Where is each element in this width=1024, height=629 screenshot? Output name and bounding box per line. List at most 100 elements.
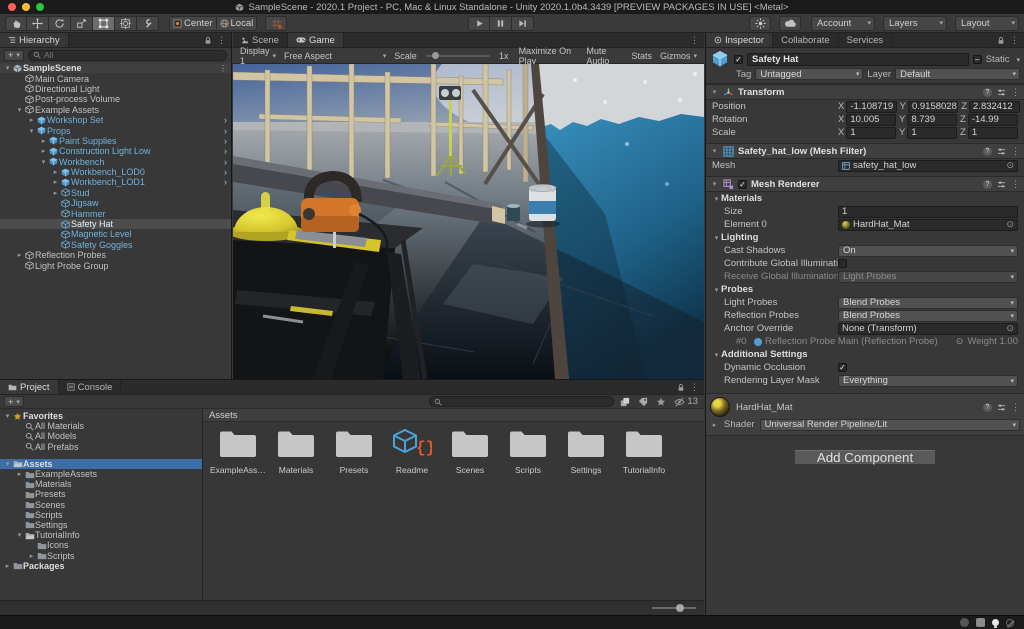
display-dropdown[interactable]: Display 1 [237, 49, 279, 63]
foldout-open-icon[interactable] [15, 106, 24, 114]
gizmos-dropdown[interactable]: Gizmos [657, 49, 700, 63]
project-item-all-models[interactable]: All Models [0, 431, 202, 441]
status-notification-icon[interactable] [960, 618, 969, 627]
hierarchy-item-paint-supplies[interactable]: Paint Supplies [0, 136, 231, 146]
progress-activity-button[interactable] [749, 16, 771, 31]
help-icon[interactable] [983, 88, 992, 97]
rotation-y-field[interactable]: 8.739 [907, 114, 957, 126]
icon-size-slider-knob[interactable] [676, 604, 684, 612]
rendering-layer-mask-dropdown[interactable]: Everything [838, 375, 1018, 387]
active-checkbox[interactable] [734, 55, 743, 64]
search-by-label-button[interactable] [636, 397, 650, 407]
search-by-type-button[interactable] [618, 397, 632, 407]
tab-collaborate[interactable]: Collaborate [773, 33, 839, 47]
hierarchy-item-example-assets[interactable]: Example Assets [0, 105, 231, 115]
hierarchy-item-props[interactable]: Props [0, 125, 231, 135]
materials-size-field[interactable]: 1 [838, 206, 1018, 218]
asset-settings[interactable]: Settings [557, 427, 615, 475]
scale-slider-knob[interactable] [432, 52, 439, 59]
anchor-override-field[interactable]: None (Transform) [838, 323, 1018, 335]
component-menu-icon[interactable] [1011, 179, 1020, 190]
project-item-assets[interactable]: Assets [0, 459, 202, 469]
hierarchy-item-stud[interactable]: Stud [0, 188, 231, 198]
project-item-all-materials[interactable]: All Materials [0, 421, 202, 431]
layers-dropdown[interactable]: Layers [883, 16, 947, 31]
project-item-scripts[interactable]: Scripts [0, 510, 202, 520]
layout-dropdown[interactable]: Layout [955, 16, 1019, 31]
project-search[interactable] [429, 396, 614, 407]
foldout-open-icon[interactable] [712, 195, 721, 203]
hierarchy-item-main-camera[interactable]: Main Camera [0, 73, 231, 83]
foldout-open-icon[interactable] [27, 127, 36, 135]
foldout-open-icon[interactable] [712, 234, 721, 242]
play-button[interactable] [468, 16, 490, 31]
transform-tool-button[interactable] [115, 16, 137, 31]
prefab-chevron-icon[interactable] [224, 146, 231, 156]
hierarchy-item-jigsaw[interactable]: Jigsaw [0, 198, 231, 208]
project-item-packages[interactable]: Packages [0, 561, 202, 571]
aspect-dropdown[interactable]: Free Aspect [281, 49, 389, 63]
prefab-chevron-icon[interactable] [224, 126, 231, 136]
game-viewport[interactable] [233, 64, 704, 379]
status-bulb-icon[interactable] [992, 619, 999, 626]
static-checkbox[interactable] [973, 55, 982, 64]
foldout-open-icon[interactable] [710, 180, 719, 188]
foldout-closed-icon[interactable] [27, 116, 36, 124]
component-menu-icon[interactable] [1011, 402, 1020, 413]
foldout-closed-icon[interactable] [710, 421, 719, 429]
project-item-tutorialinfo[interactable]: TutorialInfo [0, 530, 202, 540]
project-item-favorites[interactable]: Favorites [0, 411, 202, 421]
foldout-closed-icon[interactable] [15, 470, 24, 478]
project-item-icons[interactable]: Icons [0, 540, 202, 550]
scale-slider[interactable] [426, 55, 490, 57]
hidden-packages-toggle[interactable]: 13 [672, 396, 700, 407]
hierarchy-search-input[interactable] [44, 50, 222, 60]
help-icon[interactable] [983, 147, 992, 156]
project-item-presets[interactable]: Presets [0, 489, 202, 499]
presets-icon[interactable] [997, 88, 1006, 97]
reflection-probes-dropdown[interactable]: Blend Probes [838, 310, 1018, 322]
foldout-open-icon[interactable] [3, 460, 12, 468]
prefab-chevron-icon[interactable] [224, 167, 231, 177]
help-icon[interactable] [983, 403, 992, 412]
hand-tool-button[interactable] [5, 16, 27, 31]
foldout-closed-icon[interactable] [3, 562, 12, 570]
maximize-window-button[interactable] [36, 3, 44, 11]
position-y-field[interactable]: 0.9158028 [908, 101, 958, 113]
create-object-button[interactable]: + [4, 50, 24, 61]
rect-tool-button[interactable] [93, 16, 115, 31]
asset-materials[interactable]: Materials [267, 427, 325, 475]
mesh-filter-component-header[interactable]: Safety_hat_low (Mesh Filter) [706, 143, 1024, 159]
asset-tutorialinfo[interactable]: TutorialInfo [615, 427, 673, 475]
tab-inspector[interactable]: Inspector [706, 33, 773, 47]
tab-hierarchy[interactable]: Hierarchy [0, 33, 69, 47]
account-dropdown[interactable]: Account [811, 16, 875, 31]
tab-services[interactable]: Services [839, 33, 892, 47]
component-enabled-checkbox[interactable] [738, 180, 747, 189]
grid-snap-button[interactable] [265, 16, 287, 31]
pause-button[interactable] [490, 16, 512, 31]
icon-size-slider[interactable] [652, 607, 696, 609]
probes-foldout[interactable]: Probes [706, 283, 1024, 296]
tab-game[interactable]: Game [288, 33, 344, 47]
prefab-chevron-icon[interactable] [224, 157, 231, 167]
hierarchy-item-workbench-lod0[interactable]: Workbench_LOD0 [0, 167, 231, 177]
project-item-exampleassets[interactable]: ExampleAssets [0, 469, 202, 479]
asset-exampleassets[interactable]: ExampleAssets [209, 427, 267, 475]
hierarchy-item-workbench[interactable]: Workbench [0, 157, 231, 167]
asset-breadcrumb[interactable]: Assets [203, 409, 704, 422]
project-item-scripts[interactable]: Scripts [0, 550, 202, 560]
foldout-closed-icon[interactable] [39, 147, 48, 155]
maximize-on-play-button[interactable]: Maximize On Play [516, 49, 582, 63]
light-probes-dropdown[interactable]: Blend Probes [838, 297, 1018, 309]
foldout-open-icon[interactable] [710, 88, 719, 96]
status-cache-icon[interactable] [976, 618, 985, 627]
position-z-field[interactable]: 2.832412 [969, 101, 1020, 113]
rotate-tool-button[interactable] [49, 16, 71, 31]
panel-menu-icon[interactable] [217, 35, 226, 46]
hierarchy-item-construction-light-low[interactable]: Construction Light Low [0, 146, 231, 156]
component-menu-icon[interactable] [1011, 146, 1020, 157]
scale-y-field[interactable]: 1 [907, 127, 957, 139]
asset-scenes[interactable]: Scenes [441, 427, 499, 475]
foldout-open-icon[interactable] [3, 64, 12, 72]
